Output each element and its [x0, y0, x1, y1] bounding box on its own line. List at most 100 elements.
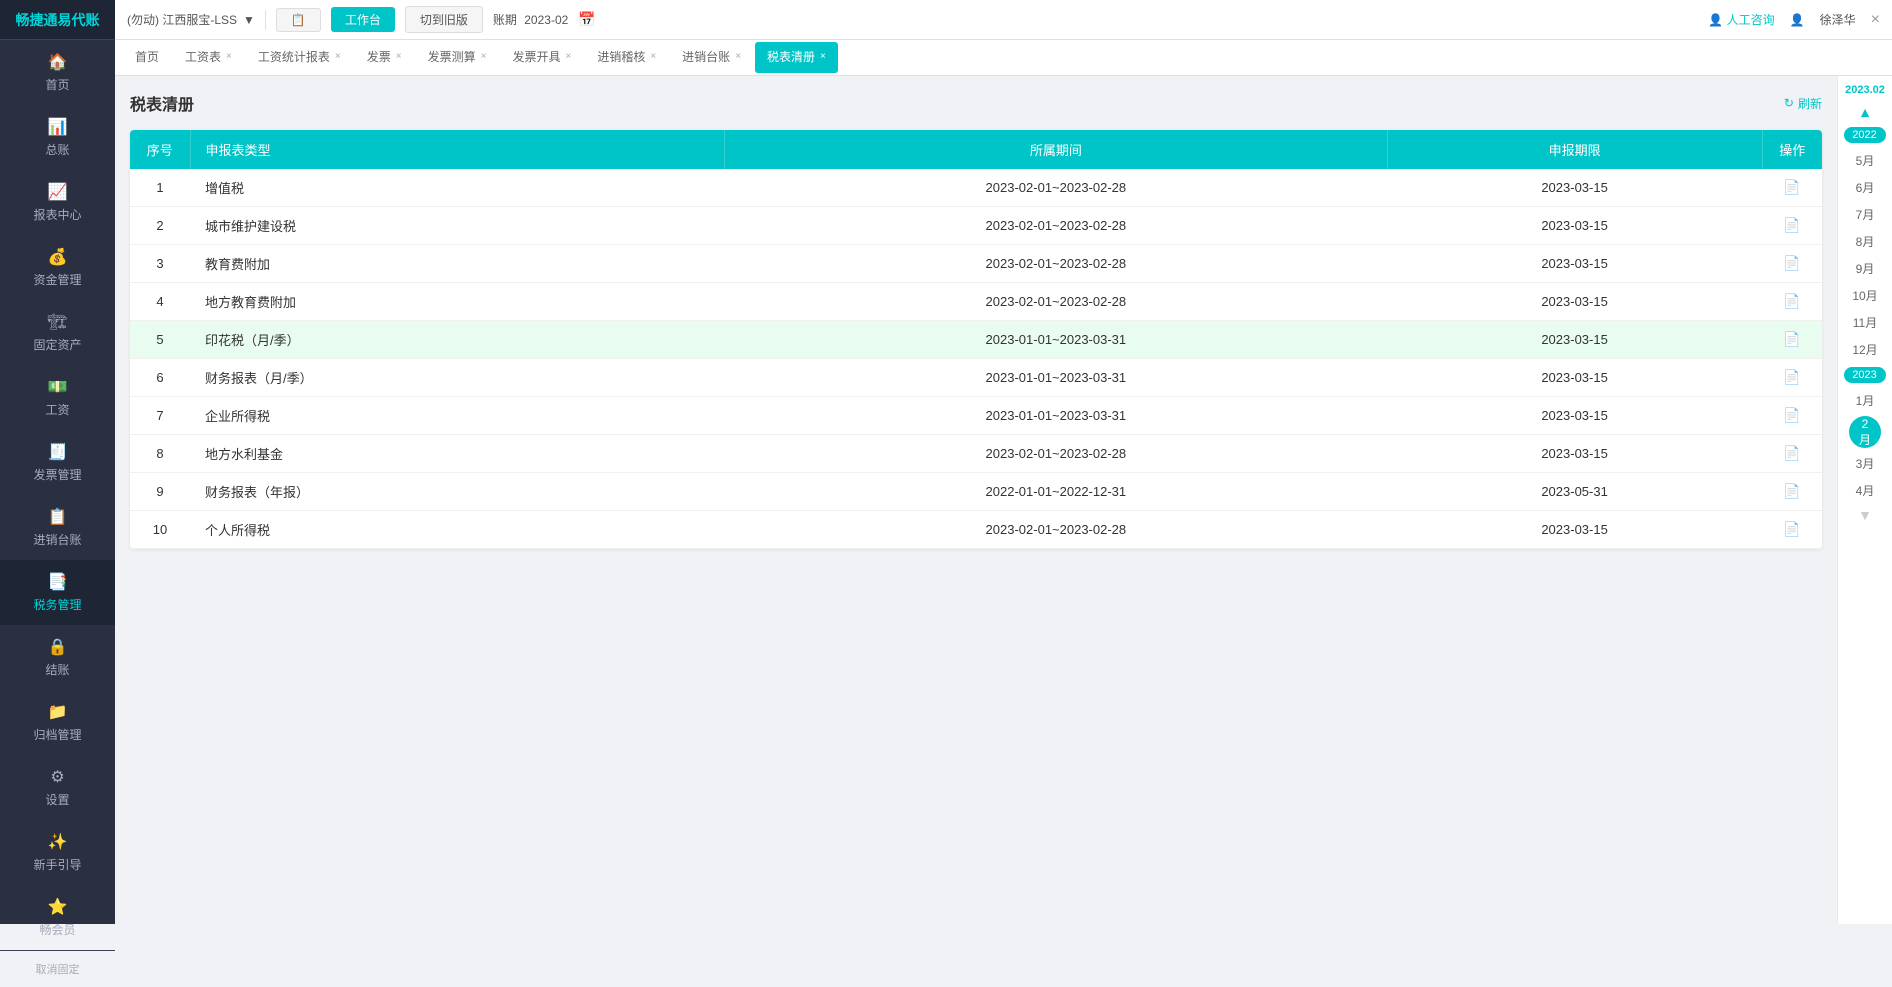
- tab-tax-clearance[interactable]: 税表清册 ×: [755, 42, 838, 73]
- tax-icon: 📑: [48, 572, 68, 592]
- tab-invoice[interactable]: 发票 ×: [355, 42, 414, 73]
- month-item[interactable]: 3月: [1844, 450, 1885, 477]
- username-label: 徐泽华: [1820, 11, 1856, 28]
- cell-type: 地方水利基金: [190, 435, 725, 473]
- panel-up-button[interactable]: ▲: [1858, 104, 1872, 120]
- month-item[interactable]: 5月: [1844, 147, 1885, 174]
- table-row: 1 增值税 2023-02-01~2023-02-28 2023-03-15 📄: [130, 169, 1822, 207]
- archive-icon: 📁: [48, 702, 68, 722]
- month-item[interactable]: 1月: [1844, 387, 1885, 414]
- sidebar: 畅捷通易代账 🏠 首页 📊 总账 📈 报表中心 💰 资金管理 🏗 固定资产 💵 …: [0, 0, 115, 924]
- cell-deadline: 2023-03-15: [1387, 207, 1762, 245]
- cell-no: 4: [130, 283, 190, 321]
- sidebar-item-invoice[interactable]: 🧾 发票管理: [0, 430, 115, 495]
- sidebar-item-purchase[interactable]: 📋 进销台账: [0, 495, 115, 560]
- sidebar-item-salary[interactable]: 💵 工资: [0, 365, 115, 430]
- tab-salary[interactable]: 工资表 ×: [173, 42, 244, 73]
- sidebar-item-tax[interactable]: 📑 税务管理: [0, 560, 115, 625]
- panel-down-button[interactable]: ▼: [1858, 507, 1872, 523]
- action-icon[interactable]: 📄: [1783, 369, 1800, 385]
- unpin-label: 取消固定: [36, 964, 80, 976]
- sidebar-item-guide[interactable]: ✨ 新手引导: [0, 820, 115, 885]
- vip-icon: ⭐: [48, 897, 68, 917]
- tab-purchase-ledger[interactable]: 进销台账 ×: [670, 42, 753, 73]
- guide-icon: ✨: [48, 832, 68, 852]
- tab-purchase-check-close[interactable]: ×: [650, 51, 656, 62]
- cell-deadline: 2023-03-15: [1387, 359, 1762, 397]
- copy-icon: 📋: [291, 13, 306, 27]
- action-icon[interactable]: 📄: [1783, 217, 1800, 233]
- month-item[interactable]: 9月: [1844, 255, 1885, 282]
- tab-purchase-check[interactable]: 进销稽核 ×: [585, 42, 668, 73]
- cell-action: 📄: [1762, 207, 1822, 245]
- cell-type: 地方教育费附加: [190, 283, 725, 321]
- sidebar-item-settings[interactable]: ⚙ 设置: [0, 755, 115, 820]
- cell-period: 2023-02-01~2023-02-28: [725, 245, 1388, 283]
- month-item[interactable]: 7月: [1844, 201, 1885, 228]
- action-icon[interactable]: 📄: [1783, 521, 1800, 537]
- action-icon[interactable]: 📄: [1783, 255, 1800, 271]
- tab-home[interactable]: 首页: [123, 42, 171, 73]
- tax-table: 序号 申报表类型 所属期间 申报期限 操作 1 增值税 2023-02-01~2…: [130, 130, 1822, 549]
- calendar-icon[interactable]: 📅: [578, 11, 595, 28]
- cell-type: 城市维护建设税: [190, 207, 725, 245]
- month-item[interactable]: 4月: [1844, 477, 1885, 504]
- action-icon[interactable]: 📄: [1783, 407, 1800, 423]
- tab-invoice-calc[interactable]: 发票测算 ×: [416, 42, 499, 73]
- cell-deadline: 2023-03-15: [1387, 169, 1762, 207]
- year-badge[interactable]: 2023: [1844, 367, 1885, 383]
- cell-period: 2023-02-01~2023-02-28: [725, 435, 1388, 473]
- sidebar-item-ledger[interactable]: 📊 总账: [0, 105, 115, 170]
- month-item[interactable]: 10月: [1844, 282, 1885, 309]
- sidebar-item-label: 资金管理: [33, 271, 81, 288]
- sidebar-item-report[interactable]: 📈 报表中心: [0, 170, 115, 235]
- month-item[interactable]: 2月: [1849, 416, 1881, 448]
- action-icon[interactable]: 📄: [1783, 331, 1800, 347]
- home-icon: 🏠: [48, 52, 68, 72]
- cell-period: 2023-02-01~2023-02-28: [725, 207, 1388, 245]
- action-icon[interactable]: 📄: [1783, 293, 1800, 309]
- col-action: 操作: [1762, 130, 1822, 169]
- tab-salary-stat-close[interactable]: ×: [335, 51, 341, 62]
- sidebar-item-archive[interactable]: 📁 归档管理: [0, 690, 115, 755]
- tab-tax-clearance-close[interactable]: ×: [820, 51, 826, 62]
- page-title: 税表清册: [130, 91, 194, 115]
- workbench-button[interactable]: 工作台: [331, 7, 395, 32]
- tab-salary-stat[interactable]: 工资统计报表 ×: [246, 42, 353, 73]
- sidebar-item-label: 结账: [45, 661, 69, 678]
- tab-salary-close[interactable]: ×: [226, 51, 232, 62]
- month-item[interactable]: 6月: [1844, 174, 1885, 201]
- sidebar-item-asset[interactable]: 🏗 固定资产: [0, 300, 115, 365]
- year-badge[interactable]: 2022: [1844, 127, 1885, 143]
- month-item[interactable]: 12月: [1844, 336, 1885, 363]
- cell-no: 6: [130, 359, 190, 397]
- cell-no: 3: [130, 245, 190, 283]
- cell-no: 7: [130, 397, 190, 435]
- sidebar-item-vip[interactable]: ⭐ 畅会员: [0, 885, 115, 950]
- copy-button[interactable]: 📋: [276, 8, 321, 32]
- tab-invoice-calc-close[interactable]: ×: [481, 51, 487, 62]
- tab-purchase-ledger-close[interactable]: ×: [735, 51, 741, 62]
- month-item[interactable]: 8月: [1844, 228, 1885, 255]
- unpin-button[interactable]: 取消固定: [0, 950, 115, 987]
- tab-invoice-close[interactable]: ×: [396, 51, 402, 62]
- company-selector[interactable]: (勿动) 江西服宝-LSS ▼: [127, 11, 255, 28]
- sidebar-item-close[interactable]: 🔒 结账: [0, 625, 115, 690]
- sidebar-item-home[interactable]: 🏠 首页: [0, 40, 115, 105]
- action-icon[interactable]: 📄: [1783, 179, 1800, 195]
- sidebar-item-label: 新手引导: [33, 856, 81, 873]
- month-item[interactable]: 11月: [1844, 309, 1885, 336]
- sidebar-item-fund[interactable]: 💰 资金管理: [0, 235, 115, 300]
- action-icon[interactable]: 📄: [1783, 483, 1800, 499]
- tab-invoice-open-close[interactable]: ×: [565, 51, 571, 62]
- action-icon[interactable]: 📄: [1783, 445, 1800, 461]
- tab-invoice-open[interactable]: 发票开具 ×: [500, 42, 583, 73]
- cell-action: 📄: [1762, 283, 1822, 321]
- company-label: (勿动) 江西服宝-LSS: [127, 11, 237, 28]
- topbar-close-button[interactable]: ×: [1871, 11, 1880, 29]
- ledger-icon: 📊: [48, 117, 68, 137]
- ai-consult-link[interactable]: 👤 人工咨询: [1708, 11, 1774, 28]
- switch-old-button[interactable]: 切到旧版: [405, 6, 483, 33]
- refresh-button[interactable]: ↻ 刷新: [1784, 95, 1822, 112]
- purchase-icon: 📋: [48, 507, 68, 527]
